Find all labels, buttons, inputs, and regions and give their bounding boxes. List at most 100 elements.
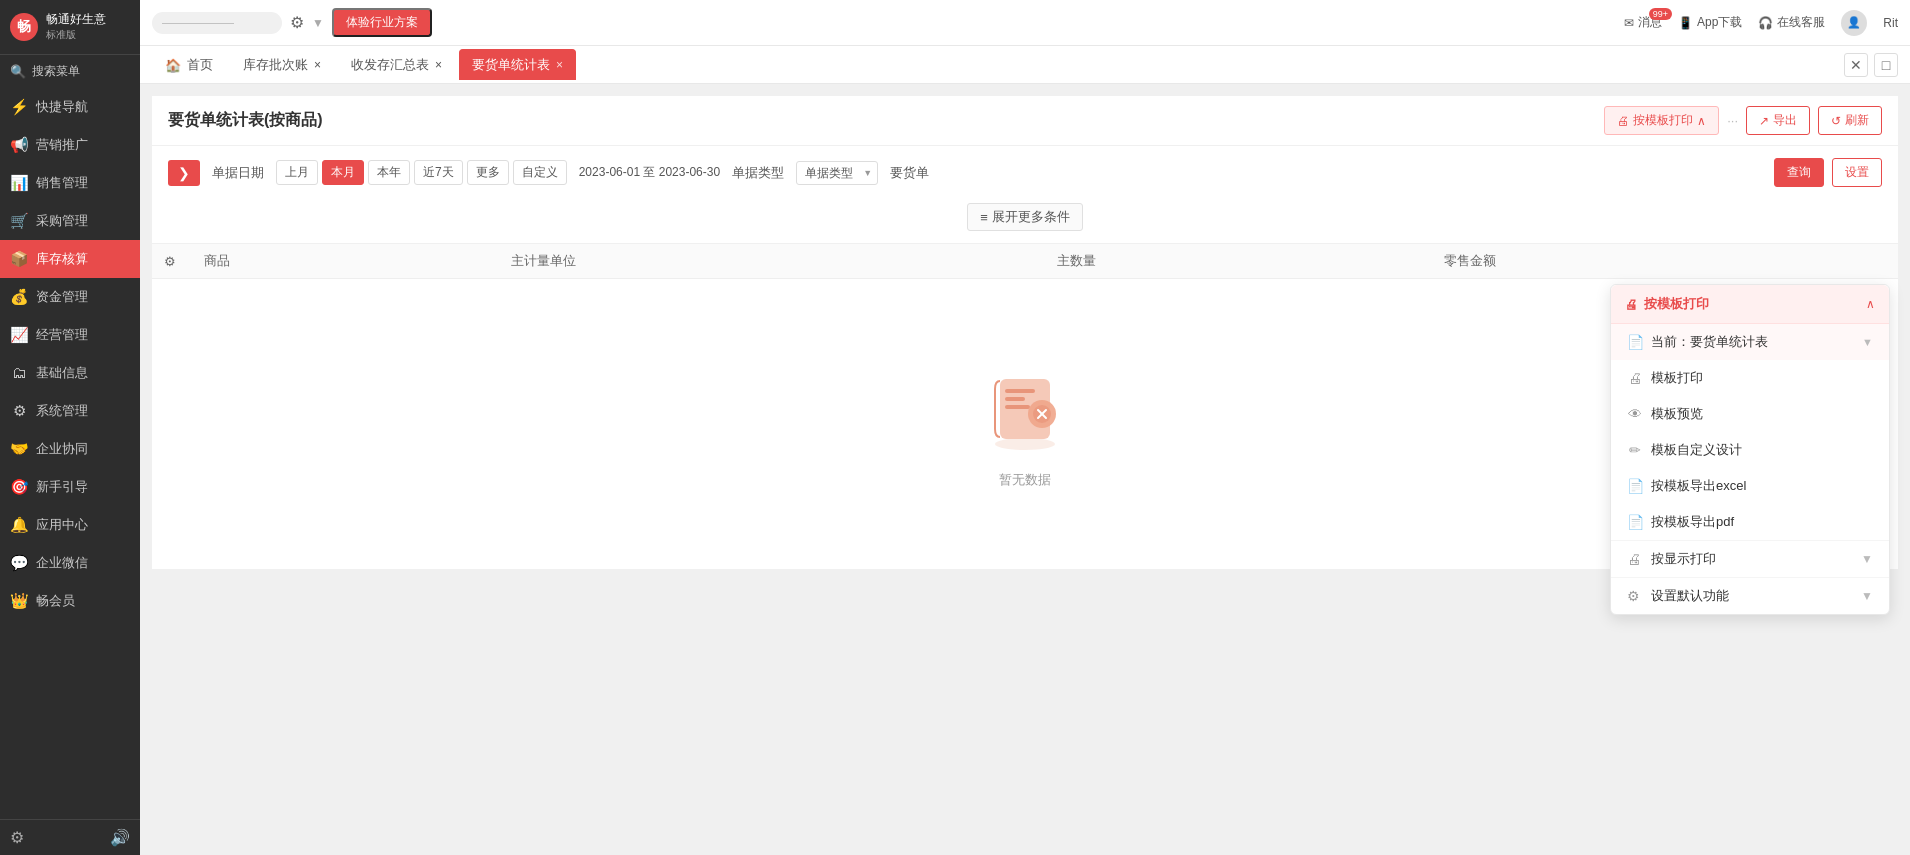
svg-rect-3 [1005, 397, 1025, 401]
export-excel-icon: 📄 [1627, 478, 1643, 494]
sidebar-item-basics[interactable]: 🗂 基础信息 [0, 354, 140, 392]
template-print-icon: 🖨 [1627, 370, 1643, 386]
sound-icon[interactable]: 🔊 [110, 828, 130, 847]
sidebar-item-purchase[interactable]: 🛒 采购管理 [0, 202, 140, 240]
sidebar-item-appstore[interactable]: 🔔 应用中心 [0, 506, 140, 544]
refresh-btn-label: 刷新 [1845, 112, 1869, 129]
template-preview-icon: 👁 [1627, 406, 1643, 422]
search-icon: 🔍 [10, 64, 26, 79]
table-head: ⚙ 商品 主计量单位 主数量 零售金额 [152, 244, 1898, 279]
sidebar-item-label: 资金管理 [36, 288, 88, 306]
user-avatar[interactable]: 👤 [1841, 10, 1867, 36]
dropdown-header: 🖨 按模板打印 ∧ [1611, 285, 1889, 324]
sidebar-item-quick-nav[interactable]: ⚡ 快捷导航 [0, 88, 140, 126]
dropdown-expand-icon[interactable]: ∧ [1866, 297, 1875, 311]
th-retail-amount: 零售金额 [1432, 244, 1898, 279]
sidebar-item-label: 新手引导 [36, 478, 88, 496]
data-table: ⚙ 商品 主计量单位 主数量 零售金额 [152, 244, 1898, 279]
sidebar-nav: ⚡ 快捷导航 📢 营销推广 📊 销售管理 🛒 采购管理 📦 库存核算 💰 资金管… [0, 88, 140, 819]
settings-button[interactable]: 设置 [1832, 158, 1882, 187]
sidebar-item-finance[interactable]: 💰 资金管理 [0, 278, 140, 316]
sidebar-item-label: 库存核算 [36, 250, 88, 268]
sidebar-item-marketing[interactable]: 📢 营销推广 [0, 126, 140, 164]
sidebar-item-inventory[interactable]: 📦 库存核算 [0, 240, 140, 278]
date-current-month[interactable]: 本月 [322, 160, 364, 185]
sidebar-item-newbie[interactable]: 🎯 新手引导 [0, 468, 140, 506]
dropdown-set-default[interactable]: ⚙ 设置默认功能 ▼ [1611, 577, 1889, 614]
promo-button[interactable]: 体验行业方案 [332, 8, 432, 37]
tab-batch-accounts[interactable]: 库存批次账 × [230, 49, 334, 80]
dropdown-export-pdf[interactable]: 📄 按模板导出pdf [1611, 504, 1889, 540]
display-print-arrow: ▼ [1861, 552, 1873, 566]
settings-bottom-icon[interactable]: ⚙ [10, 828, 24, 847]
date-prev-month[interactable]: 上月 [276, 160, 318, 185]
sidebar-search-label: 搜索菜单 [32, 63, 80, 80]
tab-order-close[interactable]: × [556, 58, 563, 72]
set-default-arrow: ▼ [1861, 589, 1873, 603]
dropdown-export-excel[interactable]: 📄 按模板导出excel [1611, 468, 1889, 504]
refresh-button[interactable]: ↺ 刷新 [1818, 106, 1882, 135]
dropdown-template-design[interactable]: ✏ 模板自定义设计 [1611, 432, 1889, 468]
tabs-bar: 🏠 首页 库存批次账 × 收发存汇总表 × 要货单统计表 × ✕ □ [140, 46, 1910, 84]
table-header-row: ⚙ 商品 主计量单位 主数量 零售金额 [152, 244, 1898, 279]
empty-illustration [975, 359, 1075, 459]
headset-icon: 🎧 [1758, 16, 1773, 30]
sidebar-item-system[interactable]: ⚙ 系统管理 [0, 392, 140, 430]
filter-area: ❯ 单据日期 上月 本月 本年 近7天 更多 自定义 2023-06-01 至 … [152, 146, 1898, 244]
date-range-display: 2023-06-01 至 2023-06-30 [579, 164, 720, 181]
message-item[interactable]: ✉ 消息 99+ [1624, 14, 1662, 31]
settings-icon[interactable]: ⚙ [164, 254, 176, 269]
dropdown-display-print[interactable]: 🖨 按显示打印 ▼ [1611, 540, 1889, 577]
sidebar-item-wecom[interactable]: 💬 企业微信 [0, 544, 140, 582]
print-template-button[interactable]: 🖨 按模板打印 ∧ [1604, 106, 1719, 135]
current-template-icon: 📄 [1627, 334, 1643, 350]
sidebar-search[interactable]: 🔍 搜索菜单 [0, 55, 140, 88]
sidebar-item-label: 应用中心 [36, 516, 88, 534]
print-btn-label: 按模板打印 [1633, 112, 1693, 129]
sidebar-item-label: 基础信息 [36, 364, 88, 382]
sidebar-item-label: 企业协同 [36, 440, 88, 458]
date-more[interactable]: 更多 [467, 160, 509, 185]
filter-toggle-btn[interactable]: ❯ [168, 160, 200, 186]
tab-receipt-close[interactable]: × [435, 58, 442, 72]
date-custom[interactable]: 自定义 [513, 160, 567, 185]
sidebar-item-label: 营销推广 [36, 136, 88, 154]
sidebar-item-cooperation[interactable]: 🤝 企业协同 [0, 430, 140, 468]
date-current-year[interactable]: 本年 [368, 160, 410, 185]
expand-more-btn[interactable]: ≡ 展开更多条件 [967, 203, 1083, 231]
order-type-select[interactable]: 单据类型 [796, 161, 878, 185]
expand-label: 展开更多条件 [992, 208, 1070, 226]
online-support-label: 在线客服 [1777, 14, 1825, 31]
sidebar-item-label: 畅会员 [36, 592, 75, 610]
content-area: 要货单统计表(按商品) 🖨 按模板打印 ∧ ··· ↗ 导出 ↺ 刷新 [140, 84, 1910, 855]
online-support-item[interactable]: 🎧 在线客服 [1758, 14, 1825, 31]
tab-home[interactable]: 🏠 首页 [152, 49, 226, 80]
sidebar: 畅 畅通好生意 标准版 🔍 搜索菜单 ⚡ 快捷导航 📢 营销推广 📊 销售管理 … [0, 0, 140, 855]
export-button[interactable]: ↗ 导出 [1746, 106, 1810, 135]
tab-maximize-btn[interactable]: □ [1874, 53, 1898, 77]
sidebar-item-membership[interactable]: 👑 畅会员 [0, 582, 140, 620]
sidebar-item-operations[interactable]: 📈 经营管理 [0, 316, 140, 354]
tab-receipt-summary[interactable]: 收发存汇总表 × [338, 49, 455, 80]
sidebar-item-label: 采购管理 [36, 212, 88, 230]
dropdown-template-print[interactable]: 🖨 模板打印 [1611, 360, 1889, 396]
sidebar-item-label: 经营管理 [36, 326, 88, 344]
order-type-select-wrap: 单据类型 [796, 161, 878, 185]
tab-order-stats[interactable]: 要货单统计表 × [459, 49, 576, 80]
app-download-item[interactable]: 📱 App下载 [1678, 14, 1742, 31]
avatar-placeholder: 👤 [1847, 16, 1861, 29]
template-design-label: 模板自定义设计 [1651, 441, 1742, 459]
page-title-bar: 要货单统计表(按商品) 🖨 按模板打印 ∧ ··· ↗ 导出 ↺ 刷新 [152, 96, 1898, 146]
topbar-search-box: —————— [152, 12, 282, 34]
dropdown-current-template[interactable]: 📄 当前：要货单统计表 ▼ [1611, 324, 1889, 360]
export-btn-label: 导出 [1773, 112, 1797, 129]
sidebar-item-sales[interactable]: 📊 销售管理 [0, 164, 140, 202]
tab-batch-close[interactable]: × [314, 58, 321, 72]
tab-close-btn[interactable]: ✕ [1844, 53, 1868, 77]
basics-icon: 🗂 [10, 364, 28, 381]
date-last-7-days[interactable]: 近7天 [414, 160, 463, 185]
topbar-gear-icon[interactable]: ⚙ [290, 13, 304, 32]
query-button[interactable]: 查询 [1774, 158, 1824, 187]
tab-home-label: 首页 [187, 56, 213, 74]
dropdown-template-preview[interactable]: 👁 模板预览 [1611, 396, 1889, 432]
